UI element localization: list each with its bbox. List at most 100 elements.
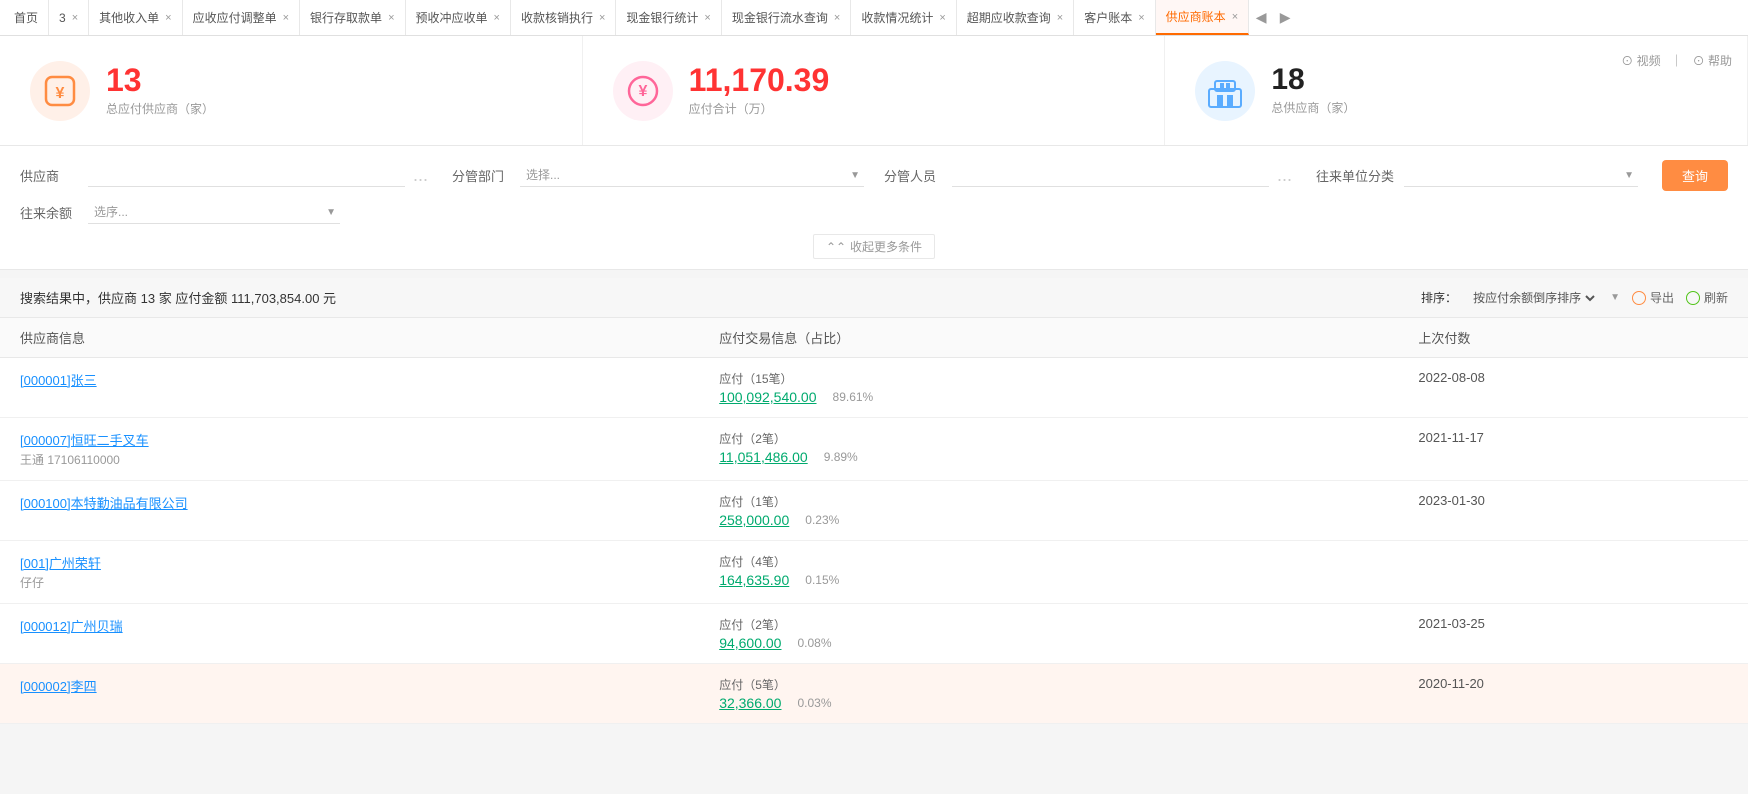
close-icon[interactable]: ×	[939, 12, 945, 24]
tx-amount-link[interactable]: 100,092,540.00	[719, 389, 816, 405]
nav-tab-overdue-ar-query[interactable]: 超期应收款查询 ×	[957, 0, 1074, 35]
balance-select[interactable]: 选序...	[88, 201, 340, 223]
col-header-supplier: 供应商信息	[0, 318, 699, 358]
close-icon[interactable]: ×	[1057, 12, 1063, 24]
table-header-row: 供应商信息 应付交易信息（占比） 上次付数	[0, 318, 1748, 358]
table-body: [000001]张三 应付（15笔） 100,092,540.00 89.61%…	[0, 358, 1748, 724]
close-icon[interactable]: ×	[1232, 11, 1238, 23]
col-header-last-pay: 上次付数	[1398, 318, 1748, 358]
filter-balance: 往来余额 选序... ▼	[20, 201, 340, 224]
close-icon[interactable]: ×	[72, 12, 78, 24]
nav-tab-3[interactable]: 3 ×	[49, 0, 89, 35]
supplier-info-cell: [000001]张三	[0, 358, 699, 418]
table-row: [001]广州荣轩 仔仔 应付（4笔） 164,635.90 0.15%	[0, 541, 1748, 604]
stat-block-payable-total: ¥ 11,170.39 应付合计（万）	[583, 36, 1166, 145]
tx-pct: 0.08%	[797, 636, 831, 650]
collapse-btn-area: ⌃⌃ 收起更多条件	[20, 234, 1728, 259]
category-select[interactable]	[1404, 164, 1638, 186]
supplier-link[interactable]: [000100]本特勤油品有限公司	[20, 493, 679, 512]
nav-tab-cash-flow-query[interactable]: 现金银行流水查询 ×	[722, 0, 851, 35]
category-select-wrapper: ▼	[1404, 164, 1638, 187]
supplier-link[interactable]: [000007]恒旺二手叉车	[20, 430, 679, 449]
transaction-info-cell: 应付（1笔） 258,000.00 0.23%	[699, 481, 1398, 541]
nav-tab-home[interactable]: 首页	[4, 0, 49, 35]
tx-amount-link[interactable]: 258,000.00	[719, 512, 789, 528]
export-icon	[1632, 291, 1646, 305]
filter-row-2: 往来余额 选序... ▼	[20, 201, 340, 224]
nav-tab-customer-ledger[interactable]: 客户账本 ×	[1074, 0, 1155, 35]
close-icon[interactable]: ×	[704, 12, 710, 24]
total-suppliers-icon	[1195, 61, 1255, 121]
video-help-btn[interactable]: ⊙ 视频	[1621, 52, 1660, 69]
stats-help-area: ⊙ 视频 ｜ ⊙ 帮助	[1621, 52, 1732, 69]
supplier-link[interactable]: [000012]广州贝瑞	[20, 616, 679, 635]
last-pay-date: 2023-01-30	[1418, 493, 1485, 508]
supplier-input[interactable]	[88, 164, 405, 187]
supplier-link[interactable]: [000001]张三	[20, 370, 679, 389]
supplier-link[interactable]: [000002]李四	[20, 676, 679, 695]
collapse-toggle-btn[interactable]: ⌃⌃ 收起更多条件	[813, 234, 935, 259]
tx-row: 258,000.00 0.23%	[719, 512, 1378, 528]
tx-amount-link[interactable]: 164,635.90	[719, 572, 789, 588]
close-icon[interactable]: ×	[165, 12, 171, 24]
tx-amount-link[interactable]: 11,051,486.00	[719, 449, 808, 465]
nav-tab-ar-ap-adjust[interactable]: 应收应付调整单 ×	[183, 0, 300, 35]
supplier-dots-icon[interactable]: ...	[413, 165, 428, 186]
last-pay-cell: 2021-11-17	[1398, 418, 1748, 481]
stats-bar: ¥ 13 总应付供应商（家） ¥ 11,170.39 应付合计（万）	[0, 36, 1748, 146]
refresh-button[interactable]: 刷新	[1686, 289, 1728, 306]
stat-block-payable-suppliers: ¥ 13 总应付供应商（家）	[0, 36, 583, 145]
tx-amount-link[interactable]: 94,600.00	[719, 635, 781, 651]
table-row: [000012]广州贝瑞 应付（2笔） 94,600.00 0.08% 2021…	[0, 604, 1748, 664]
filter-dept: 分管部门 选择... ▼	[452, 164, 864, 187]
nav-arrow-left[interactable]: ◀	[1249, 0, 1273, 35]
nav-tab-other-income[interactable]: 其他收入单 ×	[89, 0, 182, 35]
nav-tab-prepay-offset[interactable]: 预收冲应收单 ×	[406, 0, 511, 35]
supplier-link[interactable]: [001]广州荣轩	[20, 553, 679, 572]
tx-pct: 0.15%	[805, 573, 839, 587]
nav-tab-cash-bank-stats[interactable]: 现金银行统计 ×	[616, 0, 721, 35]
supplier-info-cell: [000100]本特勤油品有限公司	[0, 481, 699, 541]
last-pay-date: 2020-11-20	[1418, 676, 1484, 691]
toolbar-summary: 搜索结果中，供应商 13 家 应付金额 111,703,854.00 元	[20, 288, 1405, 307]
tx-row: 100,092,540.00 89.61%	[719, 389, 1378, 405]
nav-tab-supplier-ledger[interactable]: 供应商账本 ×	[1156, 0, 1249, 35]
tx-label: 应付（2笔）	[719, 430, 1378, 447]
transaction-info-cell: 应付（2笔） 11,051,486.00 9.89%	[699, 418, 1398, 481]
close-icon[interactable]: ×	[834, 12, 840, 24]
close-icon[interactable]: ×	[388, 12, 394, 24]
last-pay-cell: 2020-11-20	[1398, 664, 1748, 724]
person-dots-icon[interactable]: ...	[1277, 165, 1292, 186]
last-pay-date: 2022-08-08	[1418, 370, 1485, 385]
dept-select[interactable]: 选择...	[520, 164, 864, 186]
close-icon[interactable]: ×	[283, 12, 289, 24]
nav-arrow-right[interactable]: ▶	[1273, 0, 1297, 35]
top-navigation: 首页 3 × 其他收入单 × 应收应付调整单 × 银行存取款单 × 预收冲应收单…	[0, 0, 1748, 36]
payable-total-label: 应付合计（万）	[689, 100, 830, 117]
close-icon[interactable]: ×	[599, 12, 605, 24]
balance-label: 往来余额	[20, 203, 80, 222]
help-btn[interactable]: ⊙ 帮助	[1693, 52, 1732, 69]
toolbar-right: 排序： 按应付余额倒序排序 ▼ 导出 刷新	[1421, 289, 1728, 306]
nav-tab-collection-exec[interactable]: 收款核销执行 ×	[511, 0, 616, 35]
sort-select[interactable]: 按应付余额倒序排序	[1469, 290, 1598, 306]
query-button[interactable]: 查询	[1662, 160, 1728, 191]
tx-label: 应付（1笔）	[719, 493, 1378, 510]
last-pay-cell	[1398, 541, 1748, 604]
transaction-info-cell: 应付（2笔） 94,600.00 0.08%	[699, 604, 1398, 664]
filter-row-1: 供应商 ... 分管部门 选择... ▼ 分管人员 ... 往来单位分类	[20, 160, 1728, 191]
transaction-info-cell: 应付（4笔） 164,635.90 0.15%	[699, 541, 1398, 604]
total-suppliers-label: 总供应商（家）	[1271, 99, 1355, 116]
export-button[interactable]: 导出	[1632, 289, 1674, 306]
svg-text:¥: ¥	[56, 85, 65, 102]
table-toolbar: 搜索结果中，供应商 13 家 应付金额 111,703,854.00 元 排序：…	[0, 278, 1748, 318]
person-input[interactable]	[952, 164, 1269, 187]
nav-tab-bank-deposit[interactable]: 银行存取款单 ×	[300, 0, 405, 35]
close-icon[interactable]: ×	[1138, 12, 1144, 24]
close-icon[interactable]: ×	[494, 12, 500, 24]
table-row: [000001]张三 应付（15笔） 100,092,540.00 89.61%…	[0, 358, 1748, 418]
col-header-transaction: 应付交易信息（占比）	[699, 318, 1398, 358]
nav-tab-collection-stats[interactable]: 收款情况统计 ×	[851, 0, 956, 35]
supplier-label: 供应商	[20, 166, 80, 185]
tx-amount-link[interactable]: 32,366.00	[719, 695, 781, 711]
